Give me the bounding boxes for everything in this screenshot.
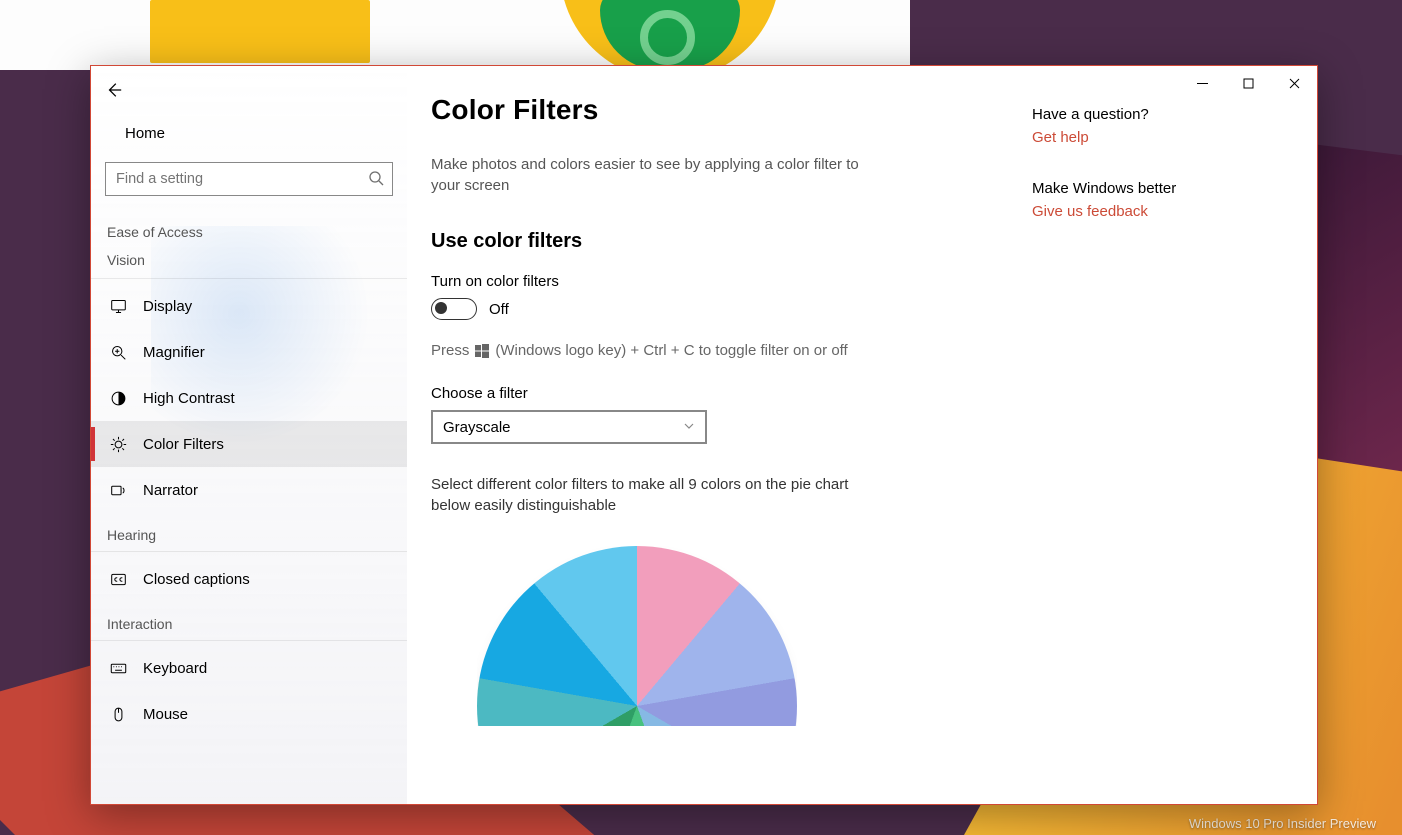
feedback-heading: Make Windows better xyxy=(1032,180,1287,197)
sidebar-item-magnifier[interactable]: Magnifier xyxy=(91,329,407,375)
nav-group-interaction: Interaction xyxy=(91,606,407,641)
help-heading: Have a question? xyxy=(1032,106,1287,123)
minimize-icon xyxy=(1197,78,1208,89)
sidebar-item-label: Narrator xyxy=(143,482,198,499)
close-button[interactable] xyxy=(1271,66,1317,100)
back-button[interactable] xyxy=(91,72,137,108)
sidebar-item-label: Mouse xyxy=(143,706,188,723)
help-sidebar: Have a question? Get help Make Windows b… xyxy=(1032,94,1287,804)
cc-icon xyxy=(109,570,127,588)
brightness-icon xyxy=(109,435,127,453)
sidebar-item-label: High Contrast xyxy=(143,390,235,407)
contrast-icon xyxy=(109,389,127,407)
page-description: Make photos and colors easier to see by … xyxy=(431,154,871,196)
sidebar-item-label: Magnifier xyxy=(143,344,205,361)
close-icon xyxy=(1289,78,1300,89)
shortcut-hint: Press (Windows logo key) + Ctrl + C to t… xyxy=(431,342,992,359)
background-illustration-shelf xyxy=(150,0,370,63)
keyboard-icon xyxy=(109,659,127,677)
background-window xyxy=(0,0,910,70)
narrator-icon xyxy=(109,481,127,499)
sidebar-item-label: Closed captions xyxy=(143,571,250,588)
color-pie-chart xyxy=(477,546,797,726)
choose-filter-label: Choose a filter xyxy=(431,385,992,402)
back-icon xyxy=(105,81,123,99)
toggle-state-text: Off xyxy=(489,301,509,318)
sidebar-item-label: Display xyxy=(143,298,192,315)
sidebar-item-high-contrast[interactable]: High Contrast xyxy=(91,375,407,421)
color-filters-toggle[interactable] xyxy=(431,298,477,320)
category-label: Ease of Access xyxy=(91,210,407,246)
maximize-button[interactable] xyxy=(1225,66,1271,100)
search-input[interactable] xyxy=(105,162,393,196)
settings-window: Home Ease of Access Vision Display Magnifi… xyxy=(90,65,1318,805)
pie-instruction: Select different color filters to make a… xyxy=(431,474,871,516)
get-help-link[interactable]: Get help xyxy=(1032,129,1089,146)
monitor-icon xyxy=(109,297,127,315)
search-box xyxy=(105,162,393,196)
give-feedback-link[interactable]: Give us feedback xyxy=(1032,203,1148,220)
minimize-button[interactable] xyxy=(1179,66,1225,100)
sidebar-item-display[interactable]: Display xyxy=(91,283,407,329)
sidebar-item-closed-captions[interactable]: Closed captions xyxy=(91,556,407,602)
home-label: Home xyxy=(125,125,165,142)
sidebar-item-label: Color Filters xyxy=(143,436,224,453)
maximize-icon xyxy=(1243,78,1254,89)
sidebar-item-label: Keyboard xyxy=(143,660,207,677)
window-titlebar xyxy=(1179,66,1317,100)
search-icon xyxy=(368,170,384,191)
windows-logo-icon xyxy=(475,344,489,358)
desktop-watermark: Windows 10 Pro Insider Preview xyxy=(1189,816,1376,831)
sidebar-item-mouse[interactable]: Mouse xyxy=(91,691,407,737)
chevron-down-icon xyxy=(683,419,695,436)
nav-group-vision: Vision xyxy=(91,246,407,279)
page-title: Color Filters xyxy=(431,94,992,126)
sidebar-item-narrator[interactable]: Narrator xyxy=(91,467,407,513)
sidebar-item-keyboard[interactable]: Keyboard xyxy=(91,645,407,691)
settings-content: Color Filters Make photos and colors eas… xyxy=(407,66,1317,804)
mouse-icon xyxy=(109,705,127,723)
settings-sidebar: Home Ease of Access Vision Display Magnifi… xyxy=(91,66,407,804)
sidebar-item-color-filters[interactable]: Color Filters xyxy=(91,421,407,467)
filter-dropdown[interactable]: Grayscale xyxy=(431,410,707,444)
hint-suffix: (Windows logo key) + Ctrl + C to toggle … xyxy=(495,342,847,359)
toggle-label: Turn on color filters xyxy=(431,273,992,290)
home-button[interactable]: Home xyxy=(91,108,407,158)
filter-selected-value: Grayscale xyxy=(443,419,511,436)
section-heading: Use color filters xyxy=(431,230,992,253)
hint-prefix: Press xyxy=(431,342,469,359)
nav-group-hearing: Hearing xyxy=(91,517,407,552)
zoom-icon xyxy=(109,343,127,361)
